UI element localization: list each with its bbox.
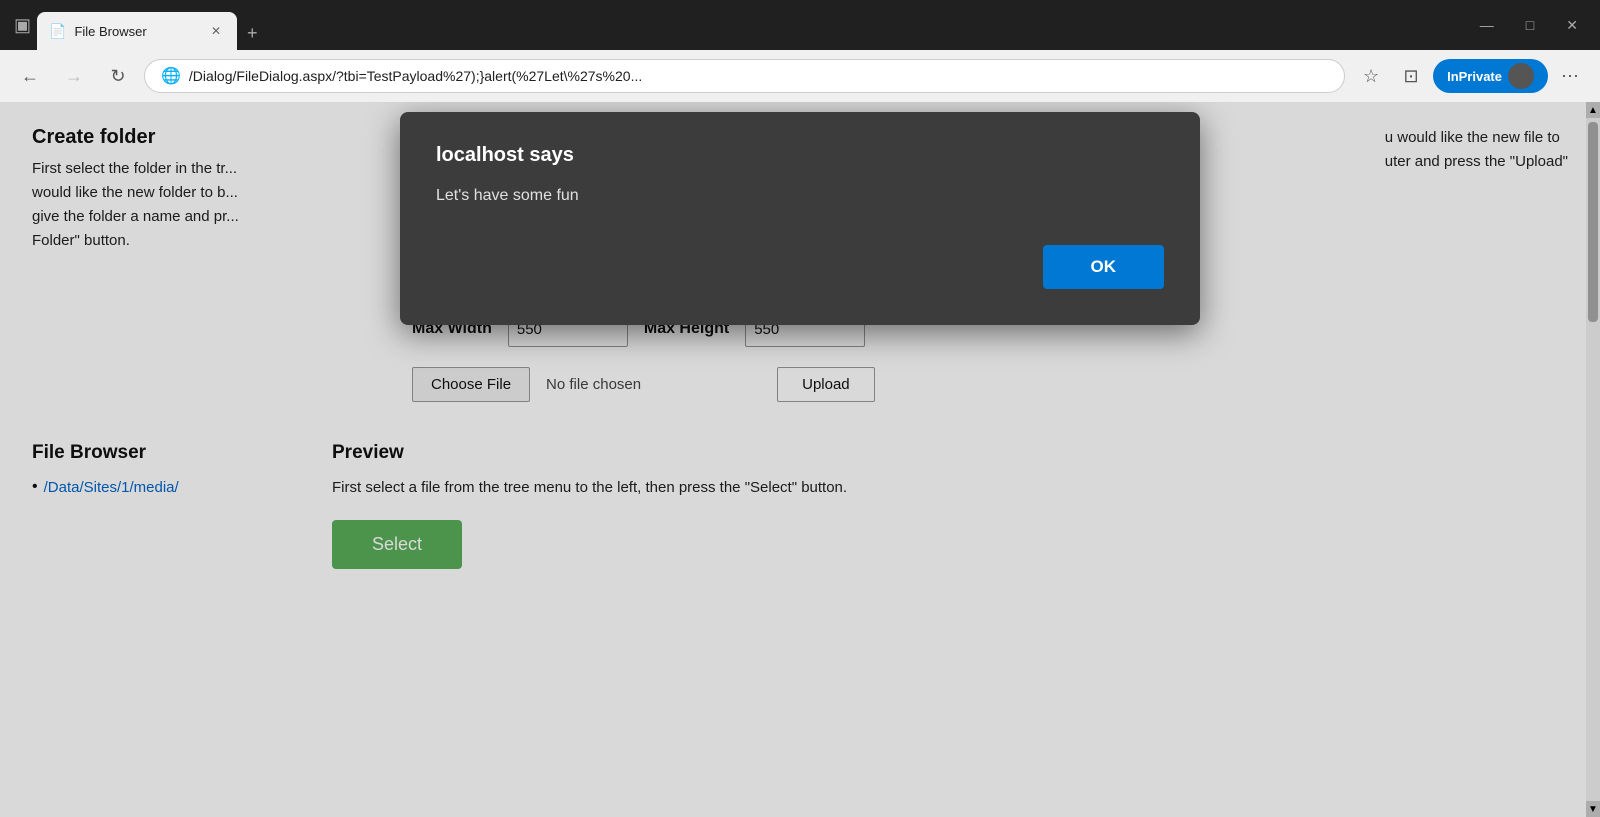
tab-bar: 📄 File Browser ✕ + [37, 0, 1466, 50]
tab-title: File Browser [74, 24, 199, 39]
globe-icon: 🌐 [161, 66, 181, 86]
title-bar-left: ▣ [8, 9, 37, 42]
nav-right-buttons: ☆ ⊡ InPrivate ⋯ [1353, 58, 1588, 94]
alert-ok-button[interactable]: OK [1043, 245, 1165, 289]
title-bar: ▣ 📄 File Browser ✕ + — □ ✕ [0, 0, 1600, 50]
avatar-icon [1508, 63, 1534, 89]
address-text: /Dialog/FileDialog.aspx/?tbi=TestPayload… [189, 68, 1328, 84]
back-button[interactable]: ← [12, 58, 48, 94]
alert-overlay: localhost says Let's have some fun OK [0, 102, 1600, 817]
browser-tab[interactable]: 📄 File Browser ✕ [37, 12, 237, 50]
browser-window: ▣ 📄 File Browser ✕ + — □ ✕ ← → ↻ 🌐 /Dial… [0, 0, 1600, 817]
alert-title: localhost says [436, 144, 1164, 167]
alert-footer: OK [436, 245, 1164, 289]
alert-message: Let's have some fun [436, 187, 1164, 205]
window-close-button[interactable]: ✕ [1552, 11, 1592, 40]
tab-page-icon: 📄 [49, 23, 66, 40]
collections-button[interactable]: ⊡ [1393, 58, 1429, 94]
more-button[interactable]: ⋯ [1552, 58, 1588, 94]
maximize-button[interactable]: □ [1512, 11, 1548, 39]
inprivate-label: InPrivate [1447, 69, 1502, 84]
alert-dialog: localhost says Let's have some fun OK [400, 112, 1200, 325]
page-content: Create folder First select the folder in… [0, 102, 1600, 817]
favorites-button[interactable]: ☆ [1353, 58, 1389, 94]
address-bar[interactable]: 🌐 /Dialog/FileDialog.aspx/?tbi=TestPaylo… [144, 59, 1345, 93]
new-tab-button[interactable]: + [237, 17, 268, 50]
window-controls: — □ ✕ [1466, 11, 1592, 40]
inprivate-button[interactable]: InPrivate [1433, 59, 1548, 93]
refresh-button[interactable]: ↻ [100, 58, 136, 94]
sidebar-icon[interactable]: ▣ [8, 9, 37, 42]
minimize-button[interactable]: — [1466, 11, 1508, 39]
tab-close-icon[interactable]: ✕ [207, 22, 225, 40]
navigation-bar: ← → ↻ 🌐 /Dialog/FileDialog.aspx/?tbi=Tes… [0, 50, 1600, 102]
forward-button[interactable]: → [56, 58, 92, 94]
